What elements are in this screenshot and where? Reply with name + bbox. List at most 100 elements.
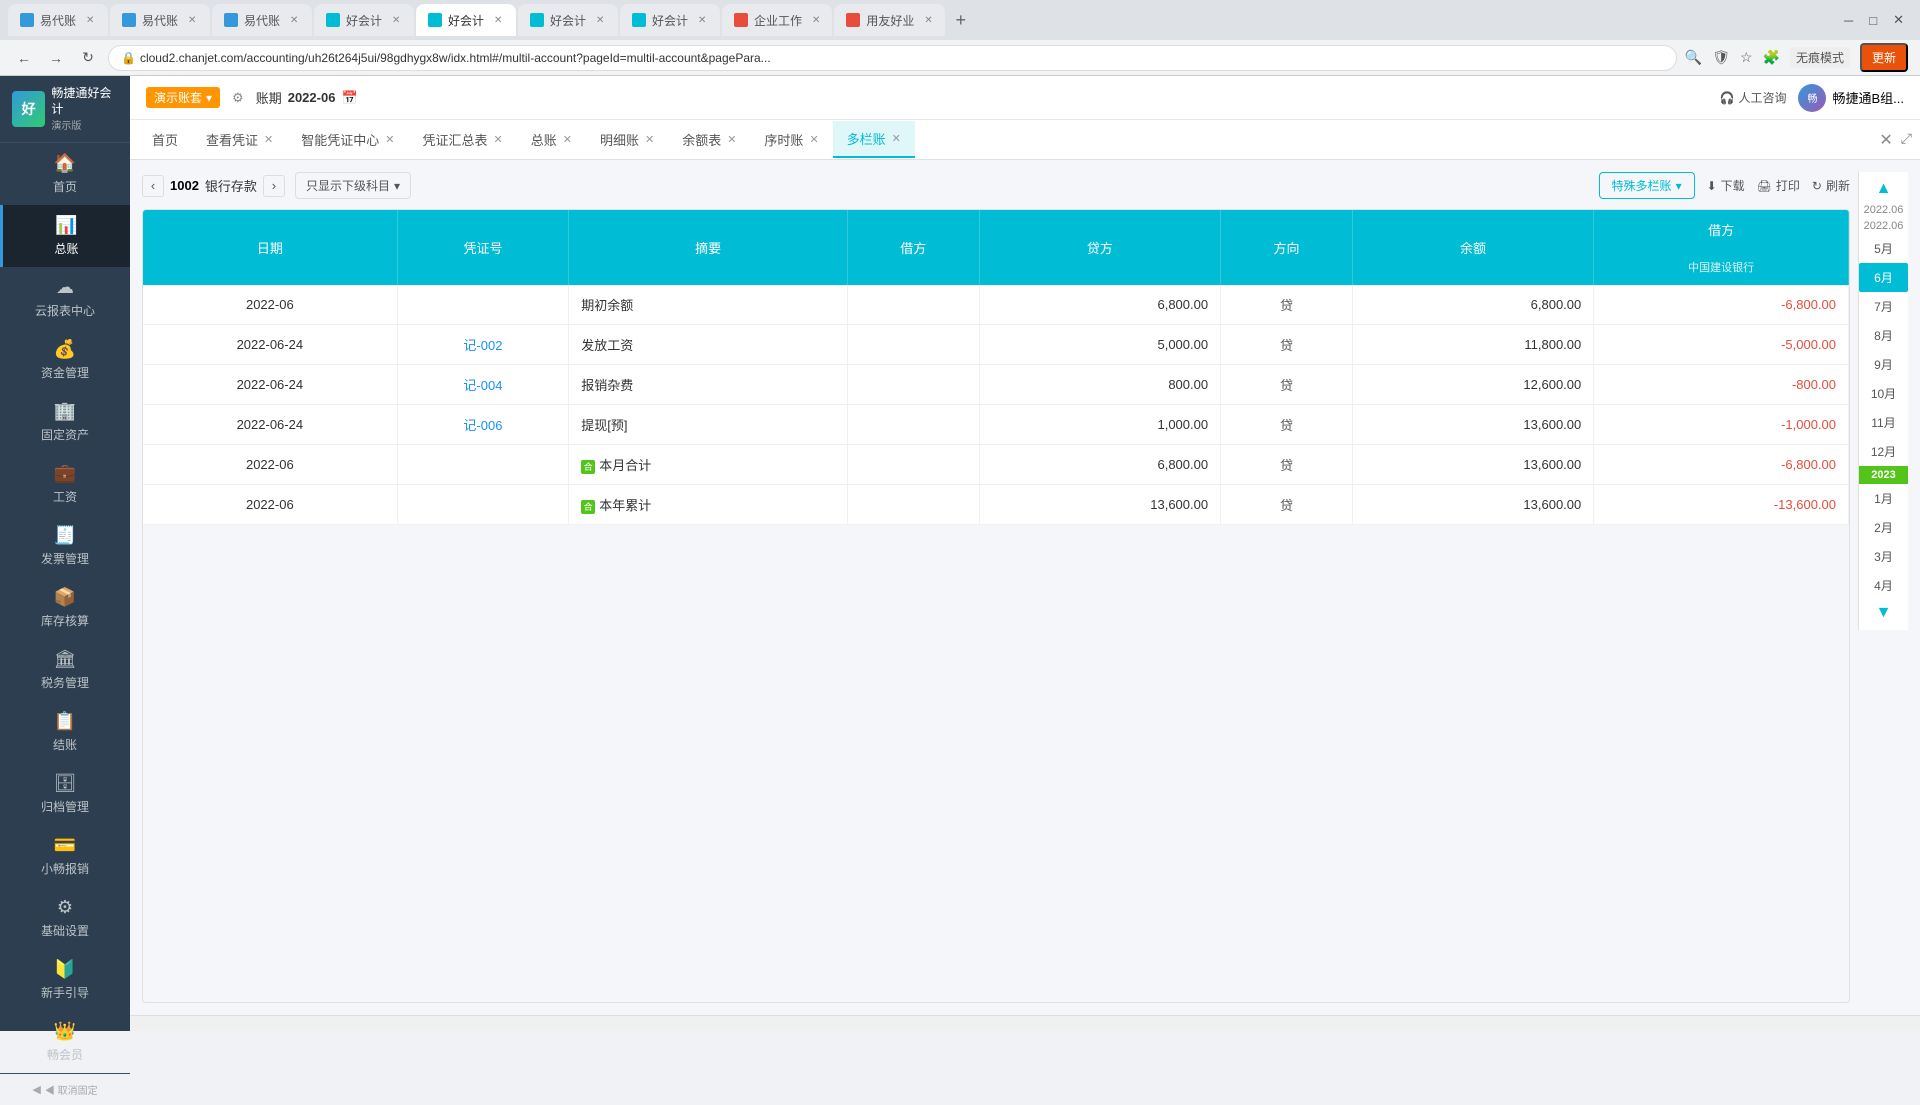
tab-smart-voucher[interactable]: 智能凭证中心 ✕ <box>287 122 408 157</box>
close-tab-2-icon[interactable]: ✕ <box>188 15 196 26</box>
month-mar-2023[interactable]: 3月 <box>1859 542 1908 571</box>
reload-button[interactable]: ↻ <box>76 46 100 70</box>
calendar-icon[interactable]: 📅 <box>341 90 357 106</box>
close-smart-voucher-icon[interactable]: ✕ <box>385 133 394 146</box>
month-panel-up-button[interactable]: ▲ <box>1859 176 1908 202</box>
sidebar-item-cloud-reports[interactable]: ☁ 云报表中心 <box>0 267 130 329</box>
sidebar-item-expense[interactable]: 💳 小畅报销 <box>0 825 130 887</box>
month-panel-down-button[interactable]: ▼ <box>1859 600 1908 626</box>
close-voucher-summary-icon[interactable]: ✕ <box>494 133 503 146</box>
tab-detail-ledger[interactable]: 明细账 ✕ <box>586 122 668 157</box>
browser-tab-5[interactable]: 好会计 ✕ <box>416 4 516 36</box>
url-input[interactable]: 🔒 cloud2.chanjet.com/accounting/uh26t264… <box>108 45 1677 71</box>
browser-tab-9[interactable]: 用友好业 ✕ <box>834 4 944 36</box>
sidebar-item-payroll[interactable]: 💼 工资 <box>0 453 130 515</box>
multi-col-button[interactable]: 特殊多栏账 ▾ <box>1599 172 1695 199</box>
cell-voucher-no[interactable]: 记-006 <box>397 405 569 445</box>
month-sep-2022[interactable]: 9月 <box>1859 350 1908 379</box>
sidebar-item-membership[interactable]: 👑 畅会员 <box>0 1011 130 1073</box>
month-apr-2023[interactable]: 4月 <box>1859 571 1908 600</box>
sidebar-item-fixed-assets[interactable]: 🏢 固定资产 <box>0 391 130 453</box>
show-sub-button[interactable]: 只显示下级科目 ▾ <box>295 172 411 199</box>
download-button[interactable]: ⬇ 下载 <box>1707 177 1745 194</box>
month-oct-2022[interactable]: 10月 <box>1859 379 1908 408</box>
close-tab-5-icon[interactable]: ✕ <box>494 15 502 26</box>
star-icon[interactable]: ☆ <box>1740 49 1753 66</box>
print-button[interactable]: 🖨 打印 <box>1757 177 1800 194</box>
sidebar-label-payroll: 工资 <box>53 488 77 505</box>
close-tab-3-icon[interactable]: ✕ <box>290 15 298 26</box>
settings-icon[interactable]: ⚙ <box>232 90 244 106</box>
sidebar-item-invoice-mgmt[interactable]: 🧾 发票管理 <box>0 515 130 577</box>
minimize-icon[interactable]: ─ <box>1844 13 1853 28</box>
maximize-icon[interactable]: □ <box>1869 13 1877 28</box>
cell-summary: 合本年累计 <box>569 485 848 525</box>
month-jun-2022[interactable]: 6月 <box>1859 263 1908 292</box>
browser-tab-3[interactable]: 易代账 ✕ <box>212 4 312 36</box>
search-icon[interactable]: 🔍 <box>1685 49 1702 66</box>
tab-view-voucher[interactable]: 查看凭证 ✕ <box>192 122 287 157</box>
browser-tab-4[interactable]: 好会计 ✕ <box>314 4 414 36</box>
update-button[interactable]: 更新 <box>1860 43 1908 72</box>
refresh-button[interactable]: ↻ 刷新 <box>1812 177 1850 194</box>
tab-multi-col[interactable]: 多栏账 ✕ <box>833 121 915 158</box>
month-nov-2022[interactable]: 11月 <box>1859 408 1908 437</box>
close-detail-ledger-icon[interactable]: ✕ <box>645 133 654 146</box>
close-tab-1-icon[interactable]: ✕ <box>86 15 94 26</box>
browser-tab-8[interactable]: 企业工作 ✕ <box>722 4 832 36</box>
forward-button[interactable]: → <box>44 46 68 70</box>
close-tab-9-icon[interactable]: ✕ <box>924 15 932 26</box>
sidebar-item-new-guide[interactable]: 🔰 新手引导 <box>0 949 130 1011</box>
close-balance-table-icon[interactable]: ✕ <box>727 133 736 146</box>
sidebar-item-fund-mgmt[interactable]: 💰 资金管理 <box>0 329 130 391</box>
browser-tab-7[interactable]: 好会计 ✕ <box>620 4 720 36</box>
invoice-mgmt-icon: 🧾 <box>54 525 76 546</box>
expand-panel-icon[interactable]: ⤢ <box>1901 130 1912 150</box>
month-jul-2022[interactable]: 7月 <box>1859 292 1908 321</box>
close-time-ledger-icon[interactable]: ✕ <box>809 133 818 146</box>
sidebar-item-closing[interactable]: 📋 结账 <box>0 701 130 763</box>
close-multi-col-icon[interactable]: ✕ <box>892 132 901 145</box>
sidebar-item-home[interactable]: 🏠 首页 <box>0 143 130 205</box>
month-may-2022[interactable]: 5月 <box>1859 234 1908 263</box>
prev-account-button[interactable]: ‹ <box>142 175 164 197</box>
cell-voucher-no[interactable]: 记-002 <box>397 325 569 365</box>
tab-balance-table[interactable]: 余额表 ✕ <box>668 122 750 157</box>
close-panel-icon[interactable]: ✕ <box>1879 130 1892 150</box>
close-view-voucher-icon[interactable]: ✕ <box>264 133 273 146</box>
browser-tab-1[interactable]: 易代账 ✕ <box>8 4 108 36</box>
col-debit: 借方 <box>847 210 979 285</box>
close-tab-4-icon[interactable]: ✕ <box>392 15 400 26</box>
close-tab-6-icon[interactable]: ✕ <box>596 15 604 26</box>
close-general-ledger-icon[interactable]: ✕ <box>563 133 572 146</box>
tab-general-ledger[interactable]: 总账 ✕ <box>517 122 586 157</box>
sidebar-item-inventory[interactable]: 📦 库存核算 <box>0 577 130 639</box>
demo-badge-dropdown-icon[interactable]: ▾ <box>206 91 212 105</box>
collapse-button[interactable]: ◀ ◀ 取消固定 <box>0 1074 130 1105</box>
close-window-icon[interactable]: ✕ <box>1893 12 1904 28</box>
sidebar-item-tax-mgmt[interactable]: 🏛 税务管理 <box>0 639 130 701</box>
close-tab-7-icon[interactable]: ✕ <box>698 15 706 26</box>
next-account-button[interactable]: › <box>263 175 285 197</box>
horizontal-scrollbar[interactable] <box>130 1015 1920 1031</box>
new-tab-button[interactable]: + <box>947 6 975 34</box>
extension-icon[interactable]: 🧩 <box>1763 49 1780 66</box>
month-aug-2022[interactable]: 8月 <box>1859 321 1908 350</box>
sidebar-item-general-ledger[interactable]: 📊 总账 <box>0 205 130 267</box>
sidebar-item-basic-settings[interactable]: ⚙ 基础设置 <box>0 887 130 949</box>
month-dec-2022[interactable]: 12月 <box>1859 437 1908 466</box>
sidebar-item-archive-mgmt[interactable]: 🗄 归档管理 <box>0 763 130 825</box>
month-feb-2023[interactable]: 2月 <box>1859 513 1908 542</box>
browser-tab-2[interactable]: 易代账 ✕ <box>110 4 210 36</box>
month-jan-2023[interactable]: 1月 <box>1859 484 1908 513</box>
tab-home[interactable]: 首页 <box>138 122 192 157</box>
browser-tab-6[interactable]: 好会计 ✕ <box>518 4 618 36</box>
tab-voucher-summary[interactable]: 凭证汇总表 ✕ <box>408 122 516 157</box>
consult-button[interactable]: 🎧 人工咨询 <box>1720 89 1787 106</box>
back-button[interactable]: ← <box>12 46 36 70</box>
cell-extra: -800.00 <box>1594 365 1849 405</box>
close-tab-8-icon[interactable]: ✕ <box>812 15 820 26</box>
cell-voucher-no[interactable]: 记-004 <box>397 365 569 405</box>
tab-time-ledger[interactable]: 序时账 ✕ <box>750 122 832 157</box>
table-row: 2022-06-24 记-006 提现[预] 1,000.00 贷 13,600… <box>143 405 1849 445</box>
